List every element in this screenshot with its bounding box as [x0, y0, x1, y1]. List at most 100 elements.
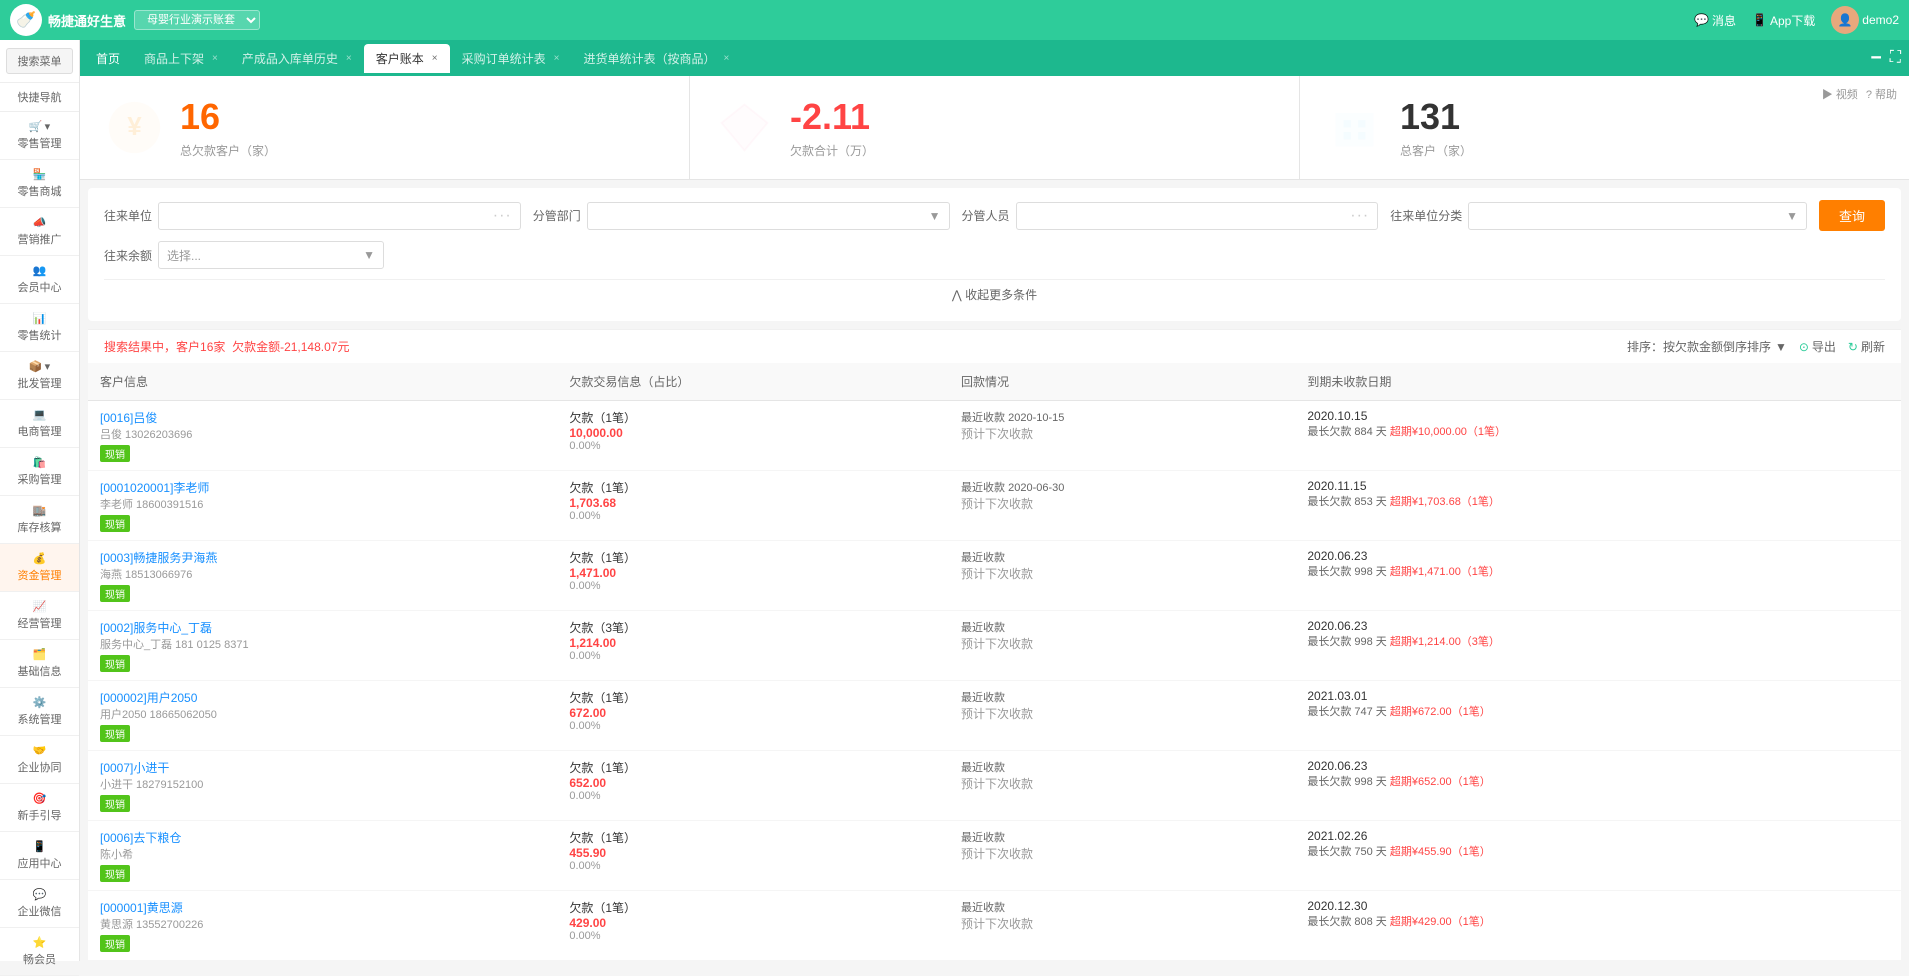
sidebar-item-base-info[interactable]: 🗂️ 基础信息 [0, 640, 79, 688]
sort-select[interactable]: 排序：按欠款金额倒序排序 ▼ [1627, 338, 1787, 355]
unit-category-select[interactable]: ▼ [1468, 202, 1807, 230]
sidebar-item-newbie[interactable]: 🎯 新手引导 [0, 784, 79, 832]
video-btn[interactable]: ▶ 视频 [1822, 86, 1858, 102]
debt-ratio: 0.00% [569, 440, 937, 452]
capital-icon: 💰 [33, 553, 47, 565]
sidebar-item-member[interactable]: 👥 会员中心 [0, 256, 79, 304]
dept-label: 分管部门 [533, 207, 581, 224]
sidebar-item-retail-stat[interactable]: 📊 零售统计 [0, 304, 79, 352]
tab-close-purchase-order[interactable]: × [554, 53, 560, 64]
total-customers-number: 131 [1400, 96, 1885, 138]
tab-purchase-stat[interactable]: 进货单统计表（按商品） × [571, 44, 741, 73]
sidebar-quicknav-item[interactable]: 快捷导航 [0, 83, 79, 112]
sidebar-item-corp-collab[interactable]: 🤝 企业协同 [0, 736, 79, 784]
customer-name-link[interactable]: [0006]去下粮仓 [100, 829, 545, 846]
customer-name-link[interactable]: [000001]黄思源 [100, 899, 545, 916]
from-unit-input[interactable]: ··· [158, 202, 521, 230]
sidebar-item-ecommerce[interactable]: 💻 电商管理 [0, 400, 79, 448]
overdue-amount-link[interactable]: 超期¥1,703.68（1笔） [1390, 496, 1500, 508]
sidebar-item-retail-store[interactable]: 🏪 零售商城 [0, 160, 79, 208]
collection-label: 最近收款 [961, 832, 1005, 844]
collection-cell: 最近收款 预计下次收款 [949, 611, 1295, 681]
export-btn[interactable]: ⊙ 导出 [1799, 338, 1836, 355]
overdue-amount-link[interactable]: 超期¥10,000.00（1笔） [1390, 426, 1506, 438]
dept-select[interactable]: ▼ [587, 202, 950, 230]
tab-close-product-history[interactable]: × [346, 53, 352, 64]
debt-info-cell: 欠款（1笔） 10,000.00 0.00% [557, 401, 949, 471]
customer-info-cell: [000002]用户2050 用户2050 18665062050 现销 [88, 681, 557, 751]
app-download-btn[interactable]: 📱 App下载 [1752, 12, 1815, 29]
overdue-amount-link[interactable]: 超期¥429.00（1笔） [1390, 916, 1491, 928]
help-btn[interactable]: ? 帮助 [1866, 86, 1897, 102]
sidebar-item-label: 会员中心 [4, 279, 75, 295]
customer-name-link[interactable]: [0016]吕俊 [100, 409, 545, 426]
debt-info-cell: 欠款（1笔） 652.00 0.00% [557, 751, 949, 821]
due-date-cell: 2020.06.23 最长欠款 998 天 超期¥1,471.00（1笔） [1295, 541, 1901, 611]
refresh-btn[interactable]: ↻ 刷新 [1848, 338, 1885, 355]
search-menu-btn[interactable]: 搜索菜单 [6, 48, 73, 74]
due-date-cell: 2021.03.01 最长欠款 747 天 超期¥672.00（1笔） [1295, 681, 1901, 751]
sidebar-item-corp-wechat[interactable]: 💬 企业微信 [0, 880, 79, 928]
sidebar-item-batch-mgmt[interactable]: 📦 ▾ 批发管理 [0, 352, 79, 400]
tab-product-history[interactable]: 产成品入库单历史 × [230, 44, 364, 73]
overdue-amount-link[interactable]: 超期¥1,214.00（3笔） [1390, 636, 1500, 648]
sidebar-item-vip-member[interactable]: ⭐ 畅会员 [0, 928, 79, 976]
due-date: 2020.10.15 [1307, 409, 1889, 423]
results-actions: 排序：按欠款金额倒序排序 ▼ ⊙ 导出 ↻ 刷新 [1627, 338, 1885, 355]
sidebar-item-sys-mgmt[interactable]: ⚙️ 系统管理 [0, 688, 79, 736]
stat-card-actions: ▶ 视频 ? 帮助 [1822, 86, 1897, 102]
balance-select[interactable]: 选择... ▼ [158, 241, 384, 269]
search-btn[interactable]: 查询 [1819, 200, 1885, 231]
tab-close-purchase-stat[interactable]: × [723, 53, 729, 64]
sidebar-item-ops-mgmt[interactable]: 📈 经营管理 [0, 592, 79, 640]
tab-maximize-btn[interactable]: ⛶ [1890, 49, 1901, 67]
tab-minimize-btn[interactable]: 🗕 [1870, 45, 1881, 72]
tab-bar-actions: 🗕 ⛶ [1870, 45, 1909, 72]
overdue-amount-link[interactable]: 超期¥1,471.00（1笔） [1390, 566, 1500, 578]
newbie-icon: 🎯 [33, 793, 47, 805]
sidebar: 搜索菜单 快捷导航 🛒 ▾ 零售管理 🏪 零售商城 📣 营销推广 👥 会员中心 … [0, 40, 80, 961]
sidebar-item-marketing[interactable]: 📣 营销推广 [0, 208, 79, 256]
tab-product-offline[interactable]: 商品上下架 × [132, 44, 230, 73]
tab-close-product-offline[interactable]: × [212, 53, 218, 64]
message-btn[interactable]: 💬 消息 [1694, 12, 1736, 29]
table-row: [000002]用户2050 用户2050 18665062050 现销 欠款（… [88, 681, 1901, 751]
debt-label: 欠款（3笔） [569, 619, 937, 636]
chevron-down-icon2: ▾ [45, 360, 51, 373]
overdue-amount-link[interactable]: 超期¥672.00（1笔） [1390, 706, 1491, 718]
env-selector[interactable]: 母婴行业演示账套 [134, 10, 260, 30]
tab-close-customer-account[interactable]: × [432, 53, 438, 64]
collapse-filters-btn[interactable]: ⋀ 收起更多条件 [104, 279, 1885, 309]
debt-label: 欠款（1笔） [569, 409, 937, 426]
collection-cell: 最近收款 2020-06-30 预计下次收款 [949, 471, 1295, 541]
marketing-icon: 📣 [33, 217, 47, 229]
unit-category-label: 往来单位分类 [1390, 207, 1462, 224]
person-input[interactable]: ··· [1016, 202, 1379, 230]
col-header-customer-info: 客户信息 [88, 363, 557, 401]
user-avatar-btn[interactable]: 👤 demo2 [1831, 6, 1899, 34]
sidebar-item-inventory[interactable]: 🏬 库存核算 [0, 496, 79, 544]
customer-name-link[interactable]: [000002]用户2050 [100, 689, 545, 706]
sidebar-item-label: 经营管理 [4, 615, 75, 631]
overdue-amount-link[interactable]: 超期¥455.90（1笔） [1390, 846, 1491, 858]
total-customers-label: 总客户（家） [1400, 142, 1885, 159]
table-row: [0002]服务中心_丁磊 服务中心_丁磊 181 0125 8371 现销 欠… [88, 611, 1901, 681]
tab-home[interactable]: 首页 [84, 44, 132, 73]
customer-name-link[interactable]: [0003]畅捷服务尹海燕 [100, 549, 545, 566]
sidebar-item-app-center[interactable]: 📱 应用中心 [0, 832, 79, 880]
due-date-cell: 2020.06.23 最长欠款 998 天 超期¥1,214.00（3笔） [1295, 611, 1901, 681]
tab-customer-account[interactable]: 客户账本 × [364, 44, 450, 73]
customer-name-link[interactable]: [0007]小进干 [100, 759, 545, 776]
sidebar-item-label: 电商管理 [4, 423, 75, 439]
debt-info-cell: 欠款（1笔） 672.00 0.00% [557, 681, 949, 751]
overdue-amount-link[interactable]: 超期¥652.00（1笔） [1390, 776, 1491, 788]
customer-name-link[interactable]: [0002]服务中心_丁磊 [100, 619, 545, 636]
sidebar-item-purchase-mgmt[interactable]: 🛍️ 采购管理 [0, 448, 79, 496]
customer-name-link[interactable]: [0001020001]李老师 [100, 479, 545, 496]
due-date-cell: 2020.12.30 最长欠款 808 天 超期¥429.00（1笔） [1295, 891, 1901, 961]
debt-amount: 1,703.68 [569, 496, 937, 510]
sidebar-item-retail-mgmt[interactable]: 🛒 ▾ 零售管理 [0, 112, 79, 160]
debt-info-cell: 欠款（1笔） 455.90 0.00% [557, 821, 949, 891]
tab-purchase-order[interactable]: 采购订单统计表 × [450, 44, 572, 73]
sidebar-item-capital-mgmt[interactable]: 💰 资金管理 [0, 544, 79, 592]
